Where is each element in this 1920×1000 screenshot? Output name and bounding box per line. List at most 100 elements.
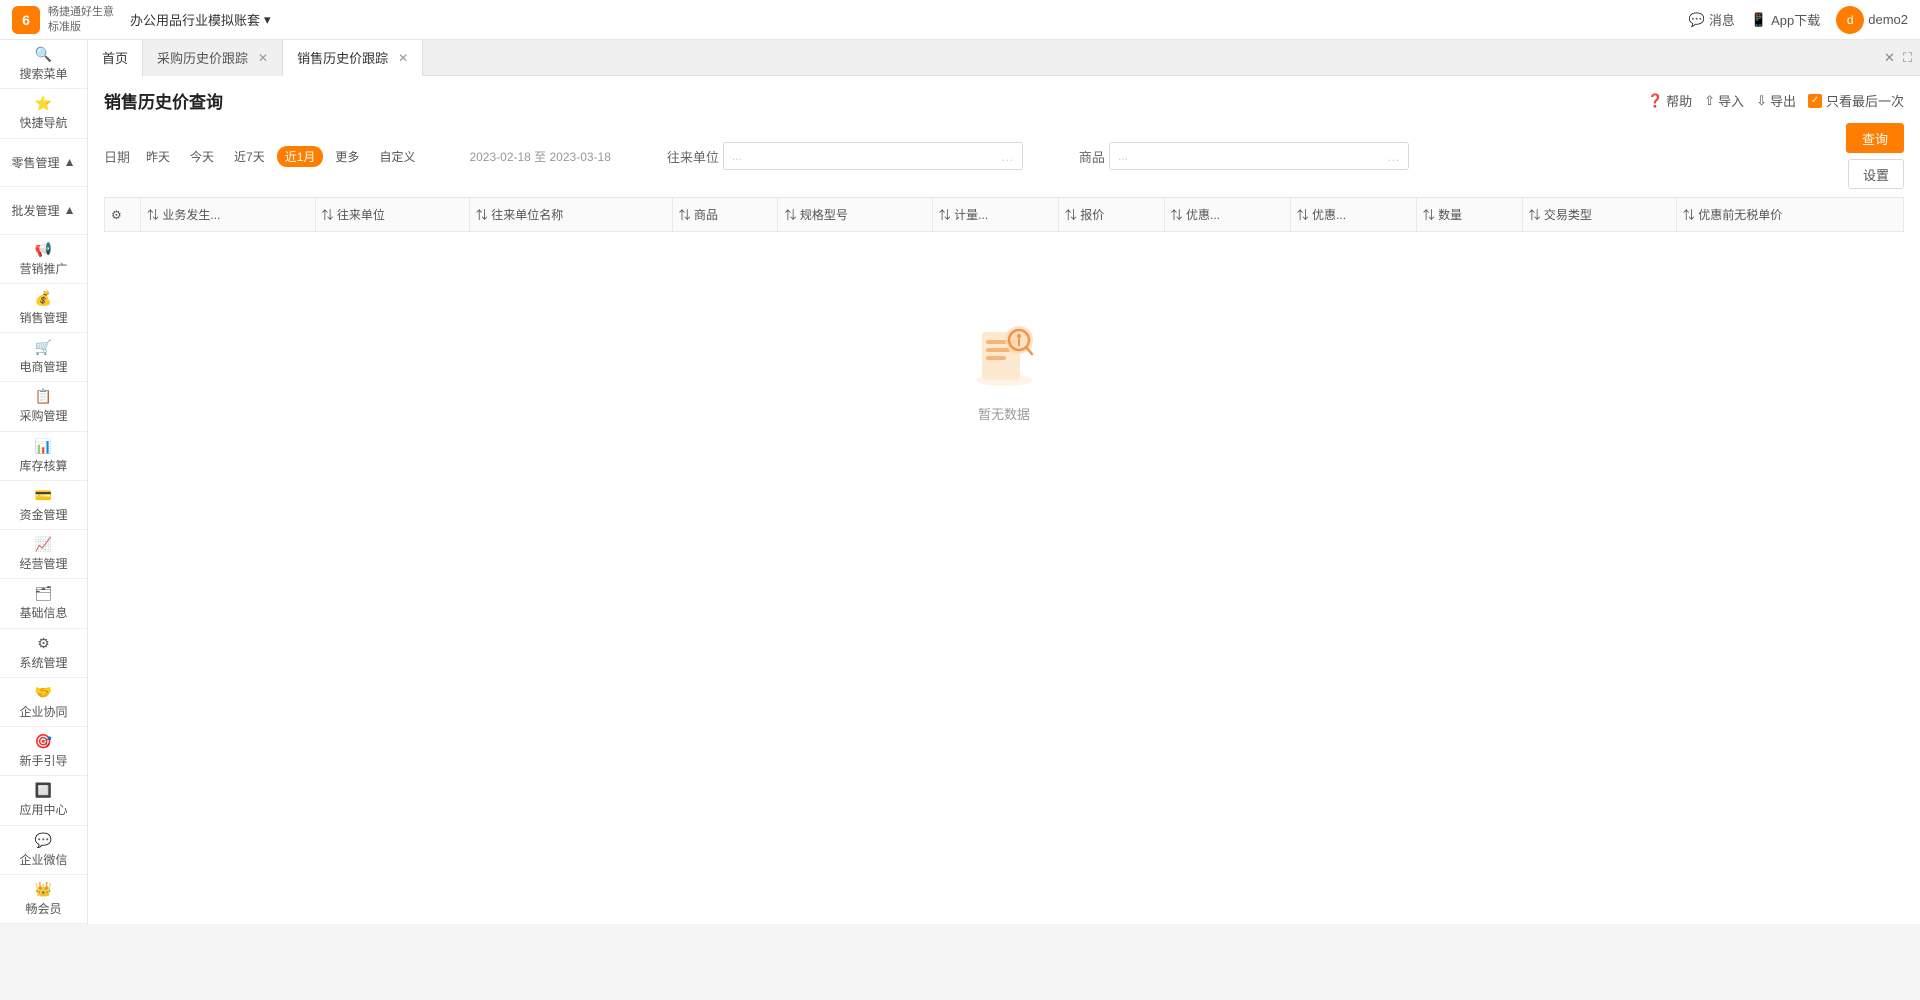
tab-purchase-history[interactable]: 采购历史价跟踪 ✕	[143, 40, 283, 76]
column-biz-date[interactable]: ⇅ 业务发生...	[141, 198, 316, 232]
filter-area: 日期 昨天 今天 近7天 近1月 更多 自定义 2023-02-18 至 202…	[88, 113, 1920, 197]
date-label: 日期	[104, 147, 130, 166]
sidebar-item-retail[interactable]: 零售管理 ▲	[0, 139, 87, 187]
partner-input-wrapper[interactable]: ... …	[723, 142, 1023, 170]
sidebar-item-guide[interactable]: 🎯 新手引导	[0, 727, 87, 776]
export-icon: ⇩	[1756, 93, 1767, 109]
empty-state: 暂无数据	[104, 232, 1904, 503]
ecommerce-icon: 🛒	[35, 339, 52, 356]
date-btn-more[interactable]: 更多	[327, 146, 367, 167]
sidebar-item-member[interactable]: 👑 畅会员	[0, 875, 87, 924]
sort-icon: ⇅	[476, 208, 488, 222]
column-spec[interactable]: ⇅ 规格型号	[778, 198, 932, 232]
tab-home[interactable]: 首页	[88, 40, 143, 76]
column-gear[interactable]: ⚙	[105, 198, 141, 232]
date-shortcuts: 昨天 今天 近7天 近1月 更多 自定义	[138, 146, 423, 167]
close-all-tabs-icon[interactable]: ✕	[1884, 50, 1895, 66]
only-last-checkbox[interactable]: ✓ 只看最后一次	[1808, 91, 1904, 110]
chevron-up-icon: ▲	[64, 203, 76, 217]
column-discount1[interactable]: ⇅ 优惠...	[1164, 198, 1290, 232]
operation-icon: 📈	[35, 536, 52, 553]
column-quantity[interactable]: ⇅ 数量	[1416, 198, 1522, 232]
query-button[interactable]: 查询	[1846, 123, 1904, 153]
top-header: 6 畅捷通好生意 标准版 办公用品行业模拟账套 ▾ 💬 消息 📱 App下载 d…	[0, 0, 1920, 40]
column-partner-code[interactable]: ⇅ 往来单位	[315, 198, 469, 232]
sidebar-item-operation[interactable]: 📈 经营管理	[0, 530, 87, 579]
logo-text: 畅捷通好生意 标准版	[48, 5, 114, 34]
product-placeholder: ...	[1118, 149, 1387, 163]
chevron-down-icon: ▾	[264, 12, 271, 28]
product-input-wrapper[interactable]: ... …	[1109, 142, 1409, 170]
close-tab-purchase-icon[interactable]: ✕	[258, 51, 268, 65]
tab-sales-history[interactable]: 销售历史价跟踪 ✕	[283, 40, 423, 76]
weixin-icon: 💬	[35, 832, 52, 849]
column-quote[interactable]: ⇅ 报价	[1058, 198, 1164, 232]
sidebar-item-system[interactable]: ⚙ 系统管理	[0, 629, 87, 678]
sort-icon: ⇅	[147, 208, 159, 222]
sort-icon: ⇅	[1683, 208, 1695, 222]
sidebar-item-inventory[interactable]: 📊 库存核算	[0, 432, 87, 481]
sidebar-item-search-menu[interactable]: 🔍 搜索菜单	[0, 40, 87, 89]
column-trade-type[interactable]: ⇅ 交易类型	[1522, 198, 1676, 232]
purchase-icon: 📋	[35, 388, 52, 405]
app-center-icon: 🔲	[35, 782, 52, 799]
app-selector[interactable]: 办公用品行业模拟账套 ▾	[122, 10, 279, 29]
sidebar-item-ecommerce[interactable]: 🛒 电商管理	[0, 333, 87, 382]
sidebar-item-weixin[interactable]: 💬 企业微信	[0, 826, 87, 875]
sidebar-item-quick-nav[interactable]: ⭐ 快捷导航	[0, 89, 87, 138]
column-partner-name[interactable]: ⇅ 往来单位名称	[469, 198, 672, 232]
sidebar-item-sales[interactable]: 💰 销售管理	[0, 284, 87, 333]
sidebar-item-app-center[interactable]: 🔲 应用中心	[0, 776, 87, 825]
partner-dots-icon: …	[1001, 149, 1014, 164]
export-action[interactable]: ⇩ 导出	[1756, 91, 1796, 110]
system-icon: ⚙	[37, 635, 50, 652]
sidebar-item-finance[interactable]: 💳 资金管理	[0, 481, 87, 530]
help-action[interactable]: ❓ 帮助	[1647, 91, 1692, 110]
avatar: d	[1836, 6, 1864, 34]
sort-icon: ⇅	[322, 208, 334, 222]
sidebar-item-marketing[interactable]: 📢 营销推广	[0, 235, 87, 284]
checkbox-icon: ✓	[1808, 94, 1822, 108]
sort-icon: ⇅	[679, 208, 691, 222]
user-menu[interactable]: d demo2	[1836, 6, 1908, 34]
product-dots-icon: …	[1387, 149, 1400, 164]
gear-icon[interactable]: ⚙	[111, 208, 122, 222]
inventory-icon: 📊	[35, 438, 52, 455]
message-action[interactable]: 💬 消息	[1689, 10, 1735, 29]
date-btn-today[interactable]: 今天	[182, 146, 222, 167]
close-tab-sales-icon[interactable]: ✕	[398, 51, 408, 65]
basics-icon: 🗂	[35, 585, 53, 602]
table-header: ⚙ ⇅ 业务发生... ⇅ 往来单位 ⇅ 往来单位名称	[105, 198, 1904, 232]
data-table: ⚙ ⇅ 业务发生... ⇅ 往来单位 ⇅ 往来单位名称	[104, 197, 1904, 232]
filter-btn-group: 查询 设置	[1846, 123, 1904, 189]
sidebar-item-purchase[interactable]: 📋 采购管理	[0, 382, 87, 431]
member-icon: 👑	[35, 881, 52, 898]
header-right: 💬 消息 📱 App下载 d demo2	[1689, 6, 1908, 34]
page-title: 销售历史价查询	[104, 88, 223, 113]
column-discount2[interactable]: ⇅ 优惠...	[1290, 198, 1416, 232]
maximize-icon[interactable]: ⛶	[1903, 50, 1912, 66]
column-product[interactable]: ⇅ 商品	[672, 198, 778, 232]
sort-icon: ⇅	[1529, 208, 1541, 222]
column-unit[interactable]: ⇅ 计量...	[932, 198, 1058, 232]
sidebar-item-enterprise[interactable]: 🤝 企业协同	[0, 678, 87, 727]
date-btn-last7[interactable]: 近7天	[226, 146, 273, 167]
product-label: 商品	[1079, 147, 1105, 166]
date-btn-custom[interactable]: 自定义	[371, 146, 423, 167]
empty-icon	[964, 312, 1044, 392]
star-icon: ⭐	[35, 95, 52, 112]
date-btn-last1m[interactable]: 近1月	[277, 146, 324, 167]
settings-button[interactable]: 设置	[1848, 159, 1904, 189]
page-actions: ❓ 帮助 ⇧ 导入 ⇩ 导出 ✓ 只看最后一次	[1647, 91, 1904, 110]
import-action[interactable]: ⇧ 导入	[1704, 91, 1744, 110]
date-filter-group: 日期 昨天 今天 近7天 近1月 更多 自定义	[104, 146, 423, 167]
sidebar-item-wholesale[interactable]: 批发管理 ▲	[0, 187, 87, 235]
date-btn-yesterday[interactable]: 昨天	[138, 146, 178, 167]
sort-icon: ⇅	[939, 208, 951, 222]
column-no-tax-price[interactable]: ⇅ 优惠前无税单价	[1676, 198, 1903, 232]
app-download-action[interactable]: 📱 App下载	[1751, 10, 1820, 29]
sidebar: 🔍 搜索菜单 ⭐ 快捷导航 零售管理 ▲ 批发管理 ▲ 📢 营销推广 💰 销售管…	[0, 40, 88, 924]
sidebar-item-basics[interactable]: 🗂 基础信息	[0, 579, 87, 628]
date-range-text: 2023-02-18 至 2023-03-18	[469, 148, 610, 165]
chevron-up-icon: ▲	[64, 155, 76, 169]
